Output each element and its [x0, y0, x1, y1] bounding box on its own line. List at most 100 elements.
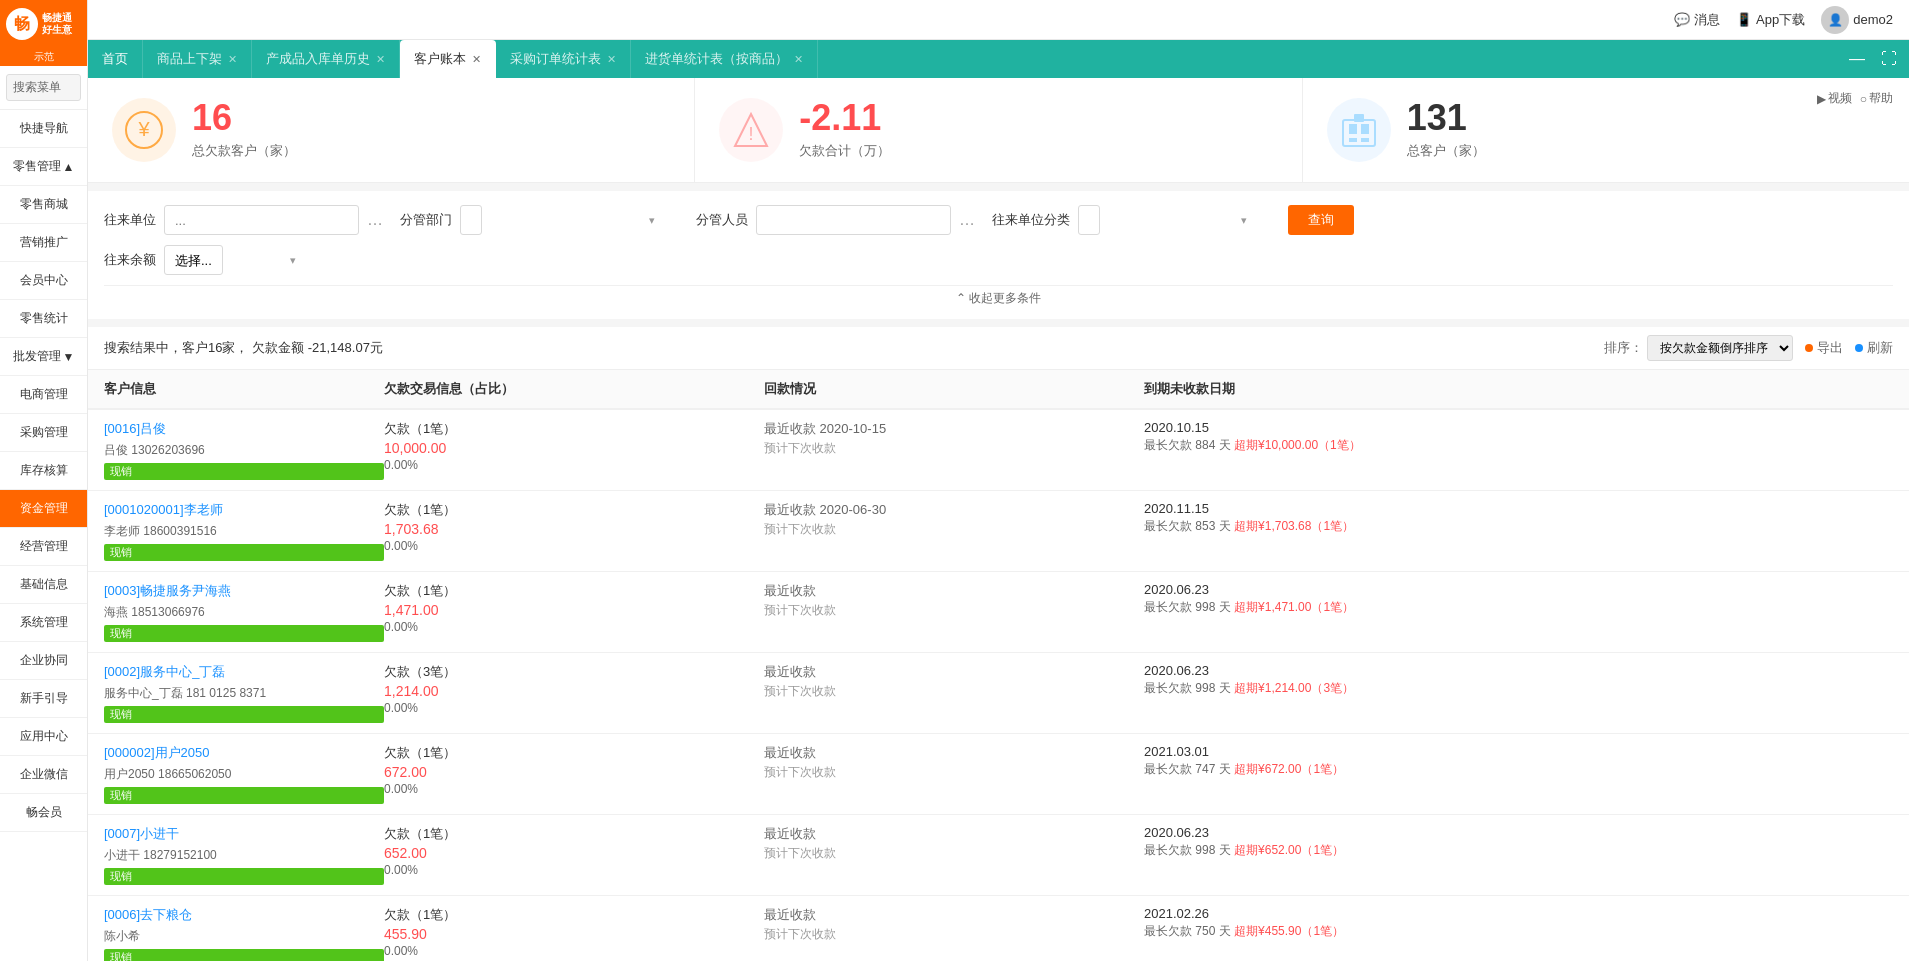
debt-info-cell: 欠款（1笔） 652.00 0.00% [384, 825, 764, 877]
tab-purchase-stat[interactable]: 进货单统计表（按商品） ✕ [631, 40, 818, 78]
debt-amount: 1,703.68 [384, 521, 764, 537]
customer-name-link[interactable]: [0002]服务中心_丁磊 [104, 663, 384, 681]
source-unit-input[interactable] [164, 205, 359, 235]
tab-production-history[interactable]: 产成品入库单历史 ✕ [252, 40, 400, 78]
dept-select[interactable] [460, 205, 482, 235]
repay-sub: 预计下次收款 [764, 521, 1144, 538]
sidebar-item-ecommerce[interactable]: 电商管理 [0, 376, 87, 414]
customer-info-cell: [000002]用户2050 用户2050 18665062050 现销 [104, 744, 384, 804]
customer-name-link[interactable]: [0016]吕俊 [104, 420, 384, 438]
stat-debt-amount-icon: ! [719, 98, 783, 162]
source-class-select[interactable] [1078, 205, 1100, 235]
sidebar-item-inventory[interactable]: 库存核算 [0, 452, 87, 490]
brand-subtitle: 示范 [0, 48, 87, 66]
sidebar-item-basic-info[interactable]: 基础信息 [0, 566, 87, 604]
tab-product-shelf-close[interactable]: ✕ [228, 53, 237, 66]
customer-name-link[interactable]: [000002]用户2050 [104, 744, 384, 762]
svg-text:!: ! [749, 124, 754, 144]
overdue-link[interactable]: 超期¥1,703.68（1笔） [1234, 519, 1354, 533]
result-info: 搜索结果中，客户16家， 欠款金额 -21,148.07元 排序： 按欠款金额倒… [88, 327, 1909, 370]
sidebar-item-batch-mgmt[interactable]: 批发管理 ▼ [0, 338, 87, 376]
overdue-link[interactable]: 超期¥652.00（1笔） [1234, 843, 1344, 857]
overdue-link[interactable]: 超期¥455.90（1笔） [1234, 924, 1344, 938]
view-video-btn[interactable]: ▶ 视频 [1817, 90, 1852, 107]
refresh-btn[interactable]: 刷新 [1855, 339, 1893, 357]
tab-home[interactable]: 首页 [88, 40, 143, 78]
filter-dept: 分管部门 ▾ [400, 205, 680, 235]
sidebar-item-quick-nav[interactable]: 快捷导航 [0, 110, 87, 148]
manager-dots[interactable]: … [959, 211, 976, 229]
customer-name-link[interactable]: [0003]畅捷服务尹海燕 [104, 582, 384, 600]
message-btn[interactable]: 💬 消息 [1674, 11, 1720, 29]
customer-name-link[interactable]: [0007]小进干 [104, 825, 384, 843]
tab-production-history-close[interactable]: ✕ [376, 53, 385, 66]
stat-total-customers-icon [1327, 98, 1391, 162]
customer-name-link[interactable]: [0006]去下粮仓 [104, 906, 384, 924]
svg-rect-6 [1361, 124, 1369, 134]
svg-rect-9 [1354, 114, 1364, 122]
sidebar-item-app-center[interactable]: 应用中心 [0, 718, 87, 756]
app-download-btn[interactable]: 📱 App下载 [1736, 11, 1805, 29]
sidebar-item-enterprise-wx[interactable]: 企业微信 [0, 756, 87, 794]
overdue-date: 2020.06.23 [1144, 582, 1893, 597]
export-btn[interactable]: 导出 [1805, 339, 1843, 357]
customer-tag: 现销 [104, 463, 384, 480]
user-menu[interactable]: 👤 demo2 [1821, 6, 1893, 34]
tab-production-history-label: 产成品入库单历史 [266, 50, 370, 68]
svg-rect-4 [1343, 120, 1375, 146]
main-area: 💬 消息 📱 App下载 👤 demo2 首页 商品上下架 ✕ 产成品入库单历史… [88, 0, 1909, 961]
sidebar-item-member-plus[interactable]: 畅会员 [0, 794, 87, 832]
collapse-btn[interactable]: ⌃ 收起更多条件 [104, 285, 1893, 311]
sidebar-item-new-guide[interactable]: 新手引导 [0, 680, 87, 718]
customer-info-cell: [0007]小进干 小进干 18279152100 现销 [104, 825, 384, 885]
customer-info-cell: [0006]去下粮仓 陈小希 现销 [104, 906, 384, 961]
table-row: [0006]去下粮仓 陈小希 现销 欠款（1笔） 455.90 0.00% 最近… [88, 896, 1909, 961]
tabs-expand-btn[interactable]: ⛶ [1877, 48, 1901, 70]
source-unit-dots[interactable]: … [367, 211, 384, 229]
debt-amount: 1,214.00 [384, 683, 764, 699]
sort-select[interactable]: 按欠款金额倒序排序 [1647, 335, 1793, 361]
sidebar-item-retail-stat[interactable]: 零售统计 [0, 300, 87, 338]
tab-customer-account-close[interactable]: ✕ [472, 53, 481, 66]
tab-customer-account[interactable]: 客户账本 ✕ [400, 40, 496, 78]
search-menu-button[interactable]: 搜索菜单 [6, 74, 81, 101]
overdue-link[interactable]: 超期¥10,000.00（1笔） [1234, 438, 1361, 452]
result-text: 搜索结果中，客户16家， 欠款金额 -21,148.07元 [104, 339, 383, 357]
tab-purchase-stat-close[interactable]: ✕ [794, 53, 803, 66]
sidebar-item-capital-mgmt[interactable]: 资金管理 [0, 490, 87, 528]
tab-purchase-order[interactable]: 采购订单统计表 ✕ [496, 40, 631, 78]
tab-product-shelf[interactable]: 商品上下架 ✕ [143, 40, 252, 78]
overdue-link[interactable]: 超期¥1,471.00（1笔） [1234, 600, 1354, 614]
customer-name-link[interactable]: [0001020001]李老师 [104, 501, 384, 519]
overdue-info-cell: 2020.10.15 最长欠款 884 天 超期¥10,000.00（1笔） [1144, 420, 1893, 454]
help-btn[interactable]: ○ 帮助 [1860, 90, 1893, 107]
query-button[interactable]: 查询 [1288, 205, 1354, 235]
overdue-link[interactable]: 超期¥1,214.00（3笔） [1234, 681, 1354, 695]
manager-input[interactable] [756, 205, 951, 235]
sidebar-item-system-mgmt[interactable]: 系统管理 [0, 604, 87, 642]
tab-purchase-order-close[interactable]: ✕ [607, 53, 616, 66]
sidebar-item-purchase-mgmt[interactable]: 采购管理 [0, 414, 87, 452]
sidebar-item-member[interactable]: 会员中心 [0, 262, 87, 300]
balance-select[interactable]: 选择... [164, 245, 223, 275]
repay-info-cell: 最近收款 预计下次收款 [764, 744, 1144, 781]
overdue-days: 最长欠款 998 天 超期¥1,471.00（1笔） [1144, 599, 1893, 616]
username: demo2 [1853, 12, 1893, 27]
col-overdue: 到期未收款日期 [1144, 380, 1893, 398]
sidebar-item-retail-mall[interactable]: 零售商城 [0, 186, 87, 224]
export-icon [1805, 344, 1813, 352]
customer-phone: 吕俊 13026203696 [104, 442, 384, 459]
sidebar-item-retail-mgmt[interactable]: 零售管理 ▲ [0, 148, 87, 186]
tab-customer-account-label: 客户账本 [414, 50, 466, 68]
tabs-minimize-btn[interactable]: — [1845, 48, 1869, 70]
sidebar-item-marketing[interactable]: 营销推广 [0, 224, 87, 262]
repay-label: 最近收款 [764, 582, 1144, 600]
debt-info-cell: 欠款（3笔） 1,214.00 0.00% [384, 663, 764, 715]
sidebar-item-ops-mgmt[interactable]: 经营管理 [0, 528, 87, 566]
stats-bar: ¥ 16 总欠款客户（家） ! -2.11 欠款合计（万） [88, 78, 1909, 183]
repay-label: 最近收款 [764, 825, 1144, 843]
table-row: [0002]服务中心_丁磊 服务中心_丁磊 181 0125 8371 现销 欠… [88, 653, 1909, 734]
overdue-link[interactable]: 超期¥672.00（1笔） [1234, 762, 1344, 776]
dept-label: 分管部门 [400, 211, 452, 229]
sidebar-item-enterprise[interactable]: 企业协同 [0, 642, 87, 680]
